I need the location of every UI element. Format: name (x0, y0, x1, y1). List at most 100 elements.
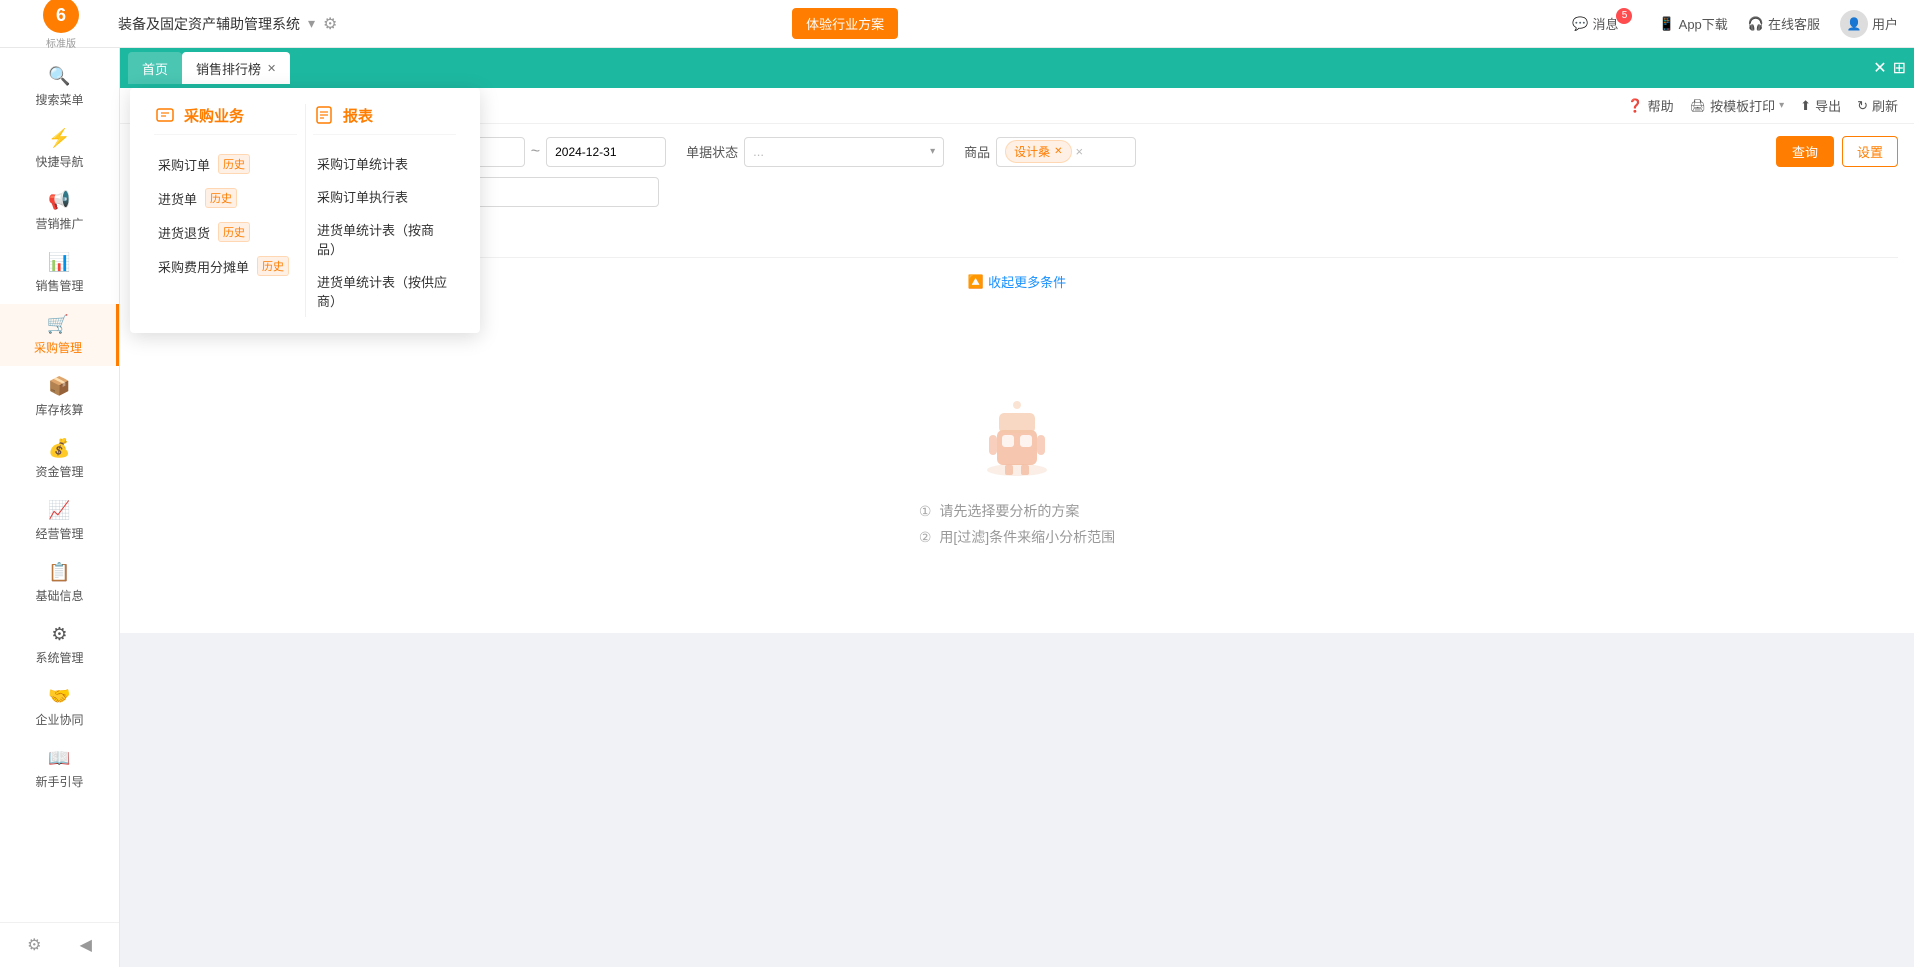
export-btn[interactable]: ⬆ 导出 (1800, 96, 1841, 115)
notif-badge: 5 (1616, 8, 1632, 24)
filter-actions: 查询 设置 (1776, 136, 1898, 167)
menu-item-inbound-stats-goods[interactable]: 进货单统计表（按商品） (313, 213, 456, 265)
topbar: 6 标准版 装备及固定资产辅助管理系统 ▾ ⚙ 体验行业方案 💬 消息 5 📱 … (0, 0, 1914, 48)
status-label: 单据状态 (686, 142, 738, 161)
logo-icon: 6 (43, 0, 79, 33)
date-separator: ~ (531, 143, 540, 161)
export-icon: ⬆ (1800, 98, 1811, 114)
industry-btn[interactable]: 体验行业方案 (792, 8, 898, 39)
handshake-icon: 🤝 (48, 686, 70, 707)
tab-bar-right: ✕ ⊞ (1873, 58, 1906, 78)
sidebar-bottom: ⚙ ◀ (0, 922, 119, 967)
menu-item-po-stats[interactable]: 采购订单统计表 (313, 147, 456, 180)
print-arrow-icon: ▾ (1779, 100, 1784, 111)
menu-col2-header: 报表 (313, 104, 456, 135)
goods-label: 商品 (964, 142, 990, 161)
tab-close-all-icon[interactable]: ✕ (1873, 58, 1886, 78)
setting-btn[interactable]: 设置 (1842, 136, 1898, 167)
empty-tip1: ① 请先选择要分析的方案 (919, 501, 1115, 521)
empty-state: ① 请先选择要分析的方案 ② 用[过滤]条件来缩小分析范围 (120, 305, 1914, 633)
megaphone-icon: 📢 (48, 190, 70, 211)
menu-item-return[interactable]: 进货退货 历史 (154, 215, 297, 249)
menu-item-inbound-stats-supplier[interactable]: 进货单统计表（按供应商） (313, 265, 456, 317)
sidebar-item-collab[interactable]: 🤝 企业协同 (0, 676, 119, 738)
sidebar-settings-btn[interactable]: ⚙ (27, 935, 41, 955)
collapse-icon: 🔼 (968, 274, 984, 290)
status-select[interactable]: ... ▾ (744, 137, 944, 167)
tab-expand-icon[interactable]: ⊞ (1893, 58, 1906, 78)
box-icon: 📦 (48, 376, 70, 397)
printer-icon: 🖨 (1690, 98, 1707, 114)
sidebar-item-marketing[interactable]: 📢 营销推广 (0, 180, 119, 242)
gear-icon: ⚙ (51, 624, 67, 645)
tab-bar: 首页 销售排行榜 ✕ ✕ ⊞ (120, 48, 1914, 88)
logo-area: 6 标准版 (16, 0, 106, 50)
sidebar-item-search[interactable]: 🔍 搜索菜单 (0, 56, 119, 118)
money-icon: 💰 (48, 438, 70, 459)
sidebar-item-newbie[interactable]: 📖 新手引导 (0, 738, 119, 800)
tab-sales-rank[interactable]: 销售排行榜 ✕ (182, 52, 290, 84)
date-end-input[interactable] (546, 137, 666, 167)
sidebar-item-finance[interactable]: 💰 资金管理 (0, 428, 119, 490)
tab-home[interactable]: 首页 (128, 52, 182, 84)
chevron-down-icon[interactable]: ▾ (308, 15, 315, 32)
menu-col-reports: 报表 采购订单统计表 采购订单执行表 进货单统计表（按商品） 进货单统计表（按供… (305, 104, 464, 317)
sidebar-item-sales[interactable]: 📊 销售管理 (0, 242, 119, 304)
refresh-icon: ↻ (1857, 98, 1868, 114)
help-btn[interactable]: ❓ 帮助 (1627, 96, 1673, 115)
sidebar-item-purchase[interactable]: 🛒 采购管理 (0, 304, 119, 366)
salesman-select[interactable]: ... (459, 177, 659, 207)
sidebar-collapse-btn[interactable]: ◀ (80, 935, 92, 955)
sidebar-item-quicknav[interactable]: ⚡ 快捷导航 (0, 118, 119, 180)
sidebar-item-basic[interactable]: 📋 基础信息 (0, 552, 119, 614)
trend-icon: 📈 (48, 500, 70, 521)
dropdown-menu: 采购业务 采购订单 历史 进货单 历史 进货退货 历史 采购费用分摊单 历史 (130, 88, 480, 333)
settings-icon[interactable]: ⚙ (323, 14, 337, 34)
topbar-right: 💬 消息 5 📱 App下载 🎧 在线客服 👤 用户 (1572, 10, 1898, 38)
app-download-nav[interactable]: 📱 App下载 (1658, 14, 1727, 33)
query-btn[interactable]: 查询 (1776, 136, 1834, 167)
search-icon: 🔍 (48, 66, 70, 87)
chart-icon: 📊 (48, 252, 70, 273)
hist-badge-0: 历史 (218, 154, 250, 174)
menu-item-purchase-order[interactable]: 采购订单 历史 (154, 147, 297, 181)
headset-icon: 🎧 (1748, 16, 1764, 32)
menu-col-purchase: 采购业务 采购订单 历史 进货单 历史 进货退货 历史 采购费用分摊单 历史 (146, 104, 305, 317)
online-service-nav[interactable]: 🎧 在线客服 (1748, 14, 1820, 33)
logo-sub: 标准版 (46, 35, 76, 50)
menu-col1-header: 采购业务 (154, 104, 297, 135)
empty-text: ① 请先选择要分析的方案 ② 用[过滤]条件来缩小分析范围 (919, 501, 1115, 553)
tab-close-icon[interactable]: ✕ (267, 62, 276, 75)
refresh-btn[interactable]: ↻ 刷新 (1857, 96, 1898, 115)
sidebar-item-inventory[interactable]: 📦 库存核算 (0, 366, 119, 428)
phone-icon: 📱 (1658, 16, 1674, 32)
sidebar-item-ops[interactable]: 📈 经营管理 (0, 490, 119, 552)
status-chevron-icon: ▾ (930, 146, 935, 157)
sys-name: 装备及固定资产辅助管理系统 (118, 14, 300, 34)
empty-tip2: ② 用[过滤]条件来缩小分析范围 (919, 527, 1115, 547)
menu-item-po-exec[interactable]: 采购订单执行表 (313, 180, 456, 213)
menu-vertical-divider (305, 104, 306, 317)
sidebar-item-system[interactable]: ⚙ 系统管理 (0, 614, 119, 676)
purchase-col-icon (154, 104, 176, 126)
lightning-icon: ⚡ (48, 128, 70, 149)
goods-tag-close[interactable]: ✕ (1054, 146, 1062, 157)
print-btn[interactable]: 🖨 按模板打印 ▾ (1690, 96, 1785, 115)
clipboard-icon: 📋 (48, 562, 70, 583)
hist-badge-2: 历史 (218, 222, 250, 242)
cart-icon: 🛒 (47, 314, 69, 335)
report-col-icon (313, 104, 335, 126)
sidebar: 🔍 搜索菜单 ⚡ 快捷导航 📢 营销推广 📊 销售管理 🛒 采购管理 📦 库存核… (0, 48, 120, 967)
topbar-title: 装备及固定资产辅助管理系统 ▾ ⚙ (118, 14, 792, 34)
empty-illustration (967, 385, 1067, 485)
message-icon: 💬 (1572, 16, 1588, 32)
message-nav[interactable]: 💬 消息 5 (1572, 14, 1638, 33)
goods-select[interactable]: 设计桑 ✕ × (996, 137, 1136, 167)
menu-grid: 采购业务 采购订单 历史 进货单 历史 进货退货 历史 采购费用分摊单 历史 (146, 104, 464, 317)
menu-item-inbound[interactable]: 进货单 历史 (154, 181, 297, 215)
goods-tag: 设计桑 ✕ (1005, 140, 1071, 163)
menu-item-cost[interactable]: 采购费用分摊单 历史 (154, 249, 297, 283)
user-nav[interactable]: 👤 用户 (1840, 10, 1898, 38)
status-filter-group: 单据状态 ... ▾ (686, 137, 944, 167)
goods-filter-group: 商品 设计桑 ✕ × (964, 137, 1136, 167)
